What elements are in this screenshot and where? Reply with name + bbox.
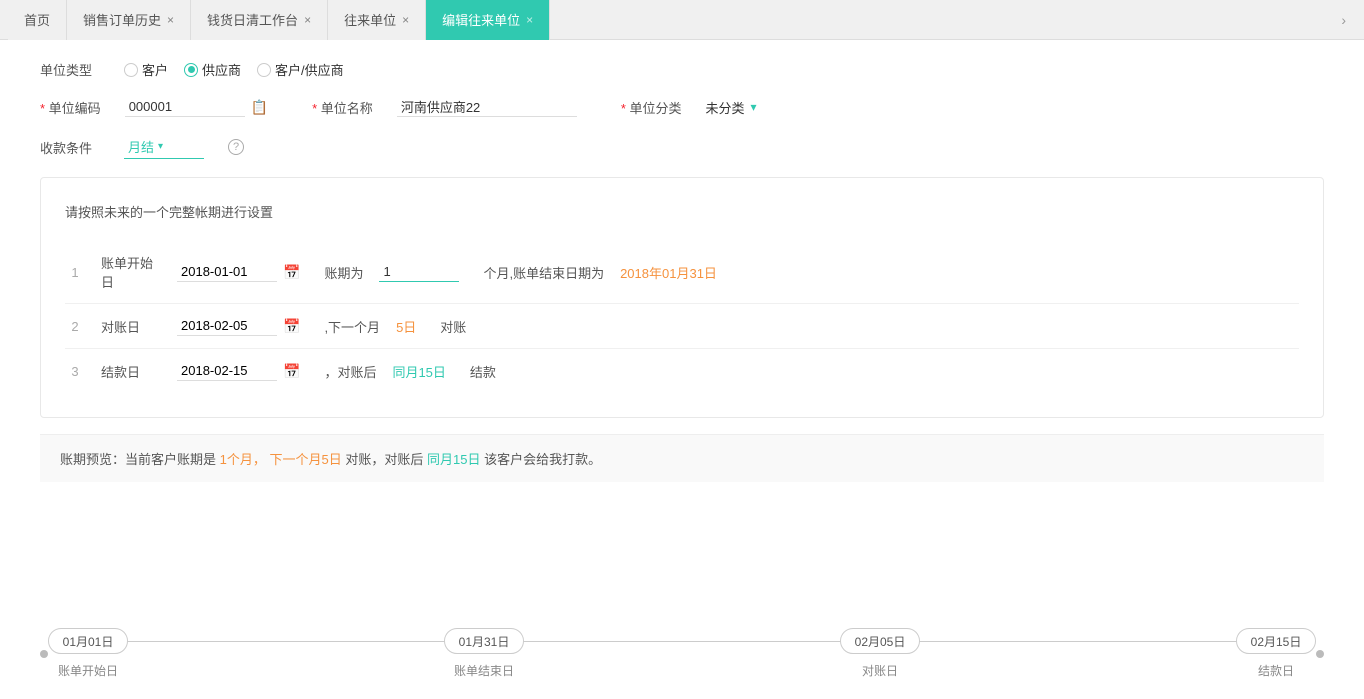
tab-partner-close[interactable]: × <box>402 13 409 27</box>
settings-panel: 请按照未来的一个完整帐期进行设置 1 账单开始日 📅 账期为 个月,账单结束日期… <box>40 177 1324 418</box>
period-num-3: 3 <box>65 364 85 379</box>
period-date-input-2[interactable] <box>177 316 277 336</box>
period-hint-1: 账期为 <box>324 263 363 282</box>
unit-info-row: 单位编码 📋 单位名称 单位分类 未分类 ▾ <box>40 97 1324 117</box>
period-date-calendar-3[interactable]: 📅 <box>283 363 300 380</box>
timeline-node-2-circle: 01月31日 <box>444 628 524 654</box>
timeline-node-3-label: 对账日 <box>862 662 898 679</box>
unit-name-label: 单位名称 <box>312 98 373 117</box>
period-hint-2a: ,下一个月 <box>324 317 380 336</box>
tab-edit-partner-close[interactable]: × <box>526 13 533 27</box>
tab-sales-history-close[interactable]: × <box>167 13 174 27</box>
period-highlight-3: 同月15日 <box>392 362 445 381</box>
timeline-node-2: 01月31日 账单结束日 <box>444 628 524 679</box>
panel-description: 请按照未来的一个完整帐期进行设置 <box>65 202 1299 221</box>
tab-partner[interactable]: 往来单位 × <box>328 0 426 40</box>
radio-both-circle <box>257 63 271 77</box>
timeline-node-2-label: 账单结束日 <box>454 662 514 679</box>
unit-category-label: 单位分类 <box>621 98 682 117</box>
unit-category-field: 未分类 ▾ <box>706 98 757 117</box>
tab-partner-label: 往来单位 <box>344 10 396 29</box>
radio-both-label: 客户/供应商 <box>275 60 344 79</box>
payment-row: 收款条件 月结 ▾ ? <box>40 135 1324 159</box>
payment-dropdown-arrow: ▾ <box>158 141 163 152</box>
period-hint-3b: 结款 <box>470 362 496 381</box>
tab-edit-partner-label: 编辑往来单位 <box>442 10 520 29</box>
preview-p3: 对账，对账后 <box>345 452 423 467</box>
period-date-calendar-1[interactable]: 📅 <box>283 264 300 281</box>
timeline-right-dot <box>1316 650 1324 658</box>
unit-code-input[interactable] <box>125 97 245 117</box>
period-date-field-1: 📅 <box>177 262 300 282</box>
tab-arrow[interactable]: › <box>1331 12 1356 28</box>
period-date-field-2: 📅 <box>177 316 300 336</box>
period-date-input-3[interactable] <box>177 361 277 381</box>
tab-home[interactable]: 首页 <box>8 0 67 40</box>
preview-suffix: 该客户会给我打款。 <box>484 452 601 467</box>
period-type-2: 对账日 <box>101 317 161 336</box>
period-row-1: 1 账单开始日 📅 账期为 个月,账单结束日期为 2018年01月31日 <box>65 241 1299 304</box>
timeline-node-4-circle: 02月15日 <box>1236 628 1316 654</box>
radio-supplier-label: 供应商 <box>202 60 241 79</box>
radio-supplier[interactable]: 供应商 <box>184 60 241 79</box>
unit-name-input[interactable] <box>397 97 577 117</box>
period-type-1: 账单开始日 <box>101 253 161 291</box>
unit-code-field: 📋 <box>125 97 268 117</box>
timeline-node-4: 02月15日 结款日 <box>1236 628 1316 679</box>
period-row-3: 3 结款日 📅 ，对账后 同月15日 结款 <box>65 349 1299 393</box>
timeline-left-dot <box>40 650 48 658</box>
payment-select[interactable]: 月结 ▾ <box>124 135 204 159</box>
tab-home-label: 首页 <box>24 10 50 29</box>
radio-both[interactable]: 客户/供应商 <box>257 60 344 79</box>
period-hint-3a: ，对账后 <box>324 362 376 381</box>
period-highlight-2: 5日 <box>396 317 416 336</box>
period-row-2: 2 对账日 📅 ,下一个月 5日 对账 <box>65 304 1299 349</box>
unit-category-value: 未分类 <box>706 98 745 117</box>
period-date-input-1[interactable] <box>177 262 277 282</box>
period-num-input-1[interactable] <box>379 262 459 282</box>
radio-customer-label: 客户 <box>142 60 168 79</box>
period-hint-2b: 对账 <box>440 317 466 336</box>
timeline-node-1-label: 账单开始日 <box>58 662 118 679</box>
radio-supplier-circle <box>184 63 198 77</box>
tab-cash-work[interactable]: 钱货日清工作台 × <box>191 0 328 40</box>
timeline-node-3-circle: 02月05日 <box>840 628 920 654</box>
preview-p2: 下一个月5日 <box>270 452 342 467</box>
unit-code-copy-icon[interactable]: 📋 <box>251 99 268 116</box>
page-content: 单位类型 客户 供应商 客户/供应商 单位编码 📋 单位名称 单位分类 <box>0 40 1364 608</box>
unit-code-label: 单位编码 <box>40 98 101 117</box>
tab-edit-partner[interactable]: 编辑往来单位 × <box>426 0 550 40</box>
unit-category-dropdown-arrow[interactable]: ▾ <box>751 100 757 114</box>
radio-customer[interactable]: 客户 <box>124 60 168 79</box>
preview-prefix: 账期预览：当前客户账期是 <box>60 452 216 467</box>
timeline-wrap: 01月01日 账单开始日 01月31日 账单结束日 02月05日 对账日 02月… <box>0 608 1364 699</box>
period-end-date-1: 2018年01月31日 <box>620 263 717 282</box>
period-type-3: 结款日 <box>101 362 161 381</box>
unit-type-radio-group: 客户 供应商 客户/供应商 <box>124 60 344 79</box>
unit-type-label: 单位类型 <box>40 60 100 79</box>
period-num-1: 1 <box>65 265 85 280</box>
timeline-node-1-circle: 01月01日 <box>48 628 128 654</box>
period-date-field-3: 📅 <box>177 361 300 381</box>
timeline-node-4-label: 结款日 <box>1258 662 1294 679</box>
tab-sales-history-label: 销售订单历史 <box>83 10 161 29</box>
tab-cash-work-label: 钱货日清工作台 <box>207 10 298 29</box>
period-num-2: 2 <box>65 319 85 334</box>
tab-sales-history[interactable]: 销售订单历史 × <box>67 0 191 40</box>
timeline-node-1: 01月01日 账单开始日 <box>48 628 128 679</box>
tabs-bar: 首页 销售订单历史 × 钱货日清工作台 × 往来单位 × 编辑往来单位 × › <box>0 0 1364 40</box>
unit-type-row: 单位类型 客户 供应商 客户/供应商 <box>40 60 1324 79</box>
payment-select-value: 月结 <box>128 137 154 156</box>
timeline-node-3: 02月05日 对账日 <box>840 628 920 679</box>
tab-cash-work-close[interactable]: × <box>304 13 311 27</box>
preview-bar: 账期预览：当前客户账期是 1个月， 下一个月5日 对账，对账后 同月15日 该客… <box>40 434 1324 482</box>
payment-help-icon[interactable]: ? <box>228 139 244 155</box>
preview-p4: 同月15日 <box>427 452 480 467</box>
radio-customer-circle <box>124 63 138 77</box>
period-hint-1b: 个月,账单结束日期为 <box>483 263 604 282</box>
period-date-calendar-2[interactable]: 📅 <box>283 318 300 335</box>
payment-label: 收款条件 <box>40 138 100 157</box>
preview-p1: 1个月， <box>220 452 266 467</box>
